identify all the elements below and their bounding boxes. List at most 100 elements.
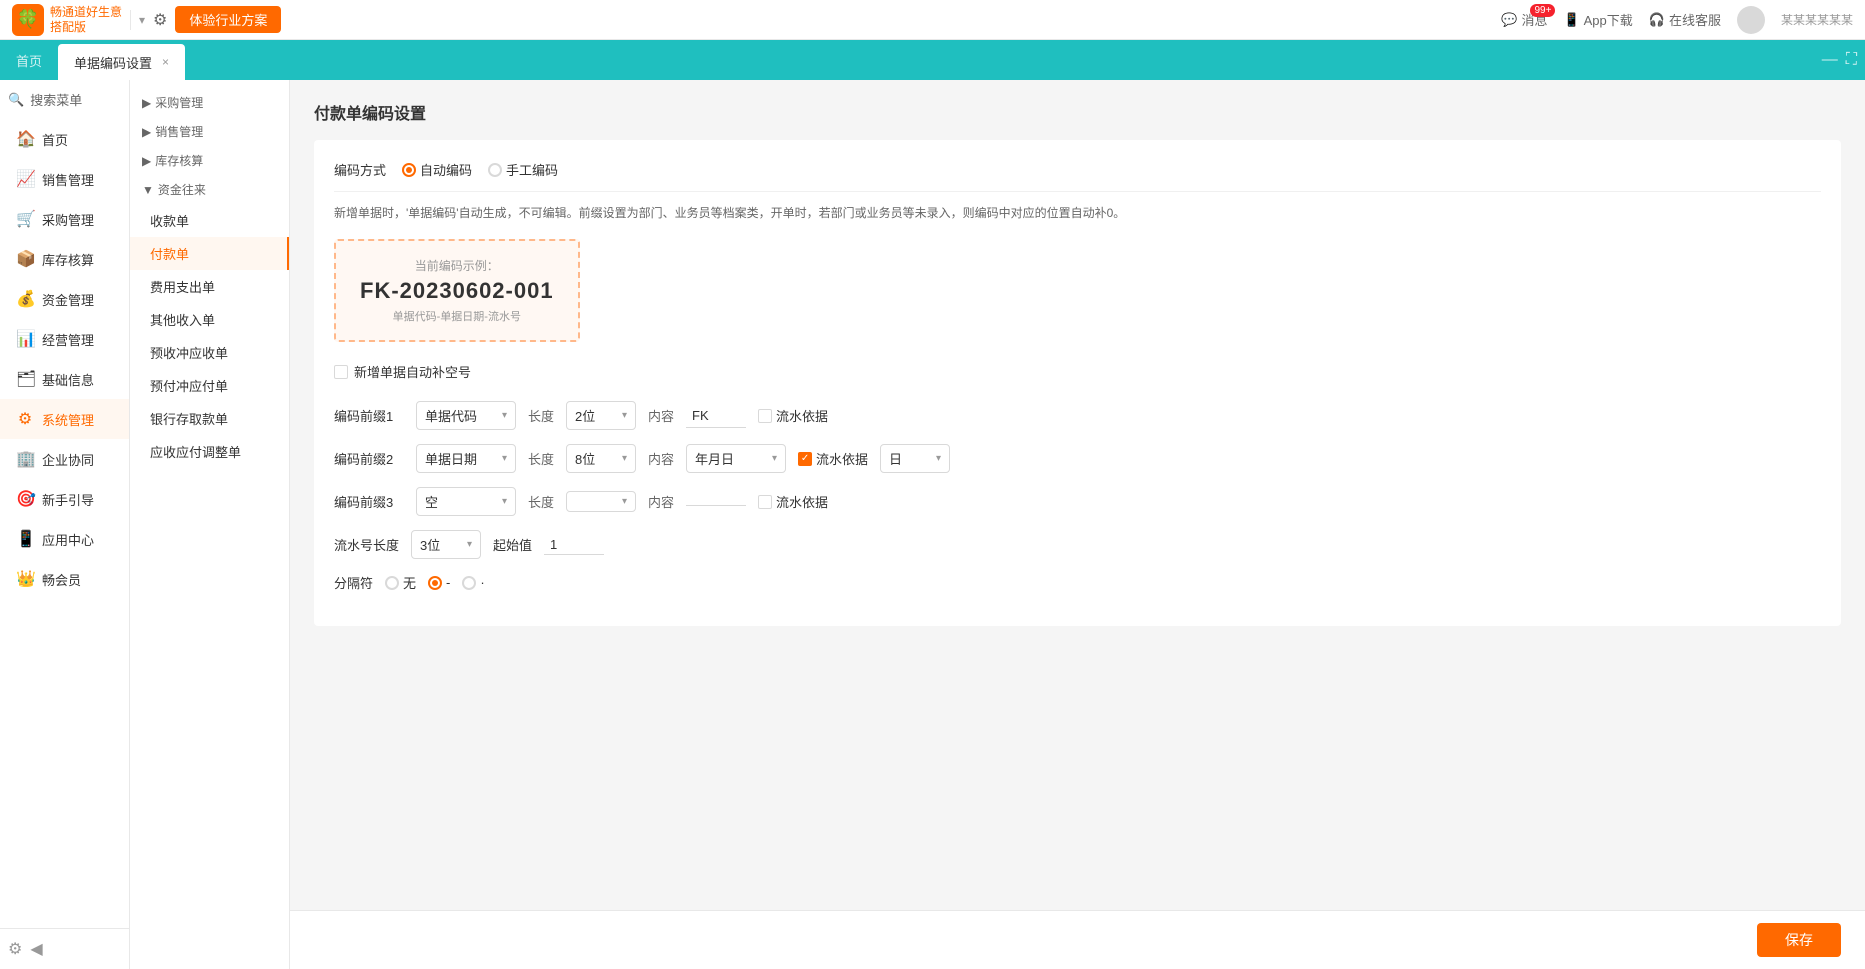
- sidebar-item-sales[interactable]: 📈 销售管理: [0, 159, 129, 199]
- bottom-bar: 保存: [290, 910, 1865, 969]
- purchase-icon: 🛒: [16, 209, 34, 229]
- field2-select[interactable]: 单据日期 ▾: [416, 444, 516, 473]
- field1-serial-checkbox[interactable]: 流水依据: [758, 406, 828, 425]
- app-icon: 📱: [1563, 12, 1579, 28]
- sub-nav-item-payment[interactable]: 付款单: [130, 237, 289, 270]
- field1-length-select[interactable]: 2位 ▾: [566, 401, 636, 430]
- field3-content-value: [686, 497, 746, 506]
- group-label: 采购管理: [155, 94, 203, 111]
- online-service-item[interactable]: 🎧 在线客服: [1649, 10, 1721, 29]
- newguide-icon: 🎯: [16, 489, 34, 509]
- sub-nav-group-purchase: ▶ 采购管理: [130, 88, 289, 117]
- sub-nav-item-receipt[interactable]: 收款单: [130, 204, 289, 237]
- page-layout: ▶ 采购管理 ▶ 销售管理 ▶ 库存核算: [130, 80, 1865, 969]
- field3-length-select[interactable]: ▾: [566, 491, 636, 512]
- sidebar-item-basic[interactable]: 🗂 基础信息: [0, 359, 129, 399]
- field3-length-arrow: ▾: [622, 496, 627, 507]
- sub-nav-group-sales-title[interactable]: ▶ 销售管理: [130, 117, 289, 146]
- window-minimize-icon[interactable]: —: [1822, 51, 1838, 69]
- sub-nav-item-adjustment[interactable]: 应收应付调整单: [130, 435, 289, 468]
- code-preview-label: 当前编码示例：: [360, 257, 554, 274]
- sidebar-nav: 🏠 首页 📈 销售管理 🛒 采购管理 📦 库存核算 💰 资金管理 📊 经: [0, 119, 129, 928]
- appcenter-icon: 📱: [16, 529, 34, 549]
- sub-nav-group-finance-title[interactable]: ▼ 资金往来: [130, 175, 289, 204]
- field2-length-arrow: ▾: [622, 453, 627, 464]
- promo-button[interactable]: 体验行业方案: [175, 6, 281, 33]
- sub-nav-group-inventory-title[interactable]: ▶ 库存核算: [130, 146, 289, 175]
- sidebar-item-enterprise[interactable]: 🏢 企业协同: [0, 439, 129, 479]
- separator-dot2[interactable]: ·: [462, 575, 484, 590]
- field1-length-label: 长度: [528, 406, 554, 425]
- field1-serial-box[interactable]: [758, 409, 772, 423]
- sidebar-item-inventory[interactable]: 📦 库存核算: [0, 239, 129, 279]
- tab-close-icon[interactable]: ×: [162, 55, 169, 69]
- sub-nav-item-expense[interactable]: 费用支出单: [130, 270, 289, 303]
- field3-serial-checkbox[interactable]: 流水依据: [758, 492, 828, 511]
- field1-select-arrow: ▾: [502, 410, 507, 421]
- save-button[interactable]: 保存: [1757, 923, 1841, 957]
- sidebar: 🔍 搜索菜单 🏠 首页 📈 销售管理 🛒 采购管理 📦 库存核算 💰: [0, 80, 130, 969]
- sep-dot-radio[interactable]: [428, 576, 442, 590]
- sidebar-item-label: 库存核算: [42, 250, 94, 269]
- workspace-dropdown[interactable]: ▾: [139, 13, 145, 27]
- auto-fill-checkbox[interactable]: [334, 365, 348, 379]
- encoding-radio-group: 自动编码 手工编码: [402, 160, 558, 179]
- sep-dot2-radio[interactable]: [462, 576, 476, 590]
- sub-nav-item-pre-payment[interactable]: 预付冲应付单: [130, 369, 289, 402]
- sidebar-item-appcenter[interactable]: 📱 应用中心: [0, 519, 129, 559]
- manual-code-option[interactable]: 手工编码: [488, 160, 558, 179]
- topbar-left: 🍀 畅通道好生意 搭配版 ▾ ⚙ 体验行业方案: [12, 4, 281, 36]
- app-download-item[interactable]: 📱 App下载: [1563, 10, 1632, 29]
- field1-select[interactable]: 单据代码 ▾: [416, 401, 516, 430]
- separator-dot[interactable]: -: [428, 575, 450, 590]
- sep-dot-label: -: [446, 575, 450, 590]
- sep-none-radio[interactable]: [385, 576, 399, 590]
- field2-length-label: 长度: [528, 449, 554, 468]
- sidebar-item-home[interactable]: 🏠 首页: [0, 119, 129, 159]
- field2-length-select[interactable]: 8位 ▾: [566, 444, 636, 473]
- field3-serial-box[interactable]: [758, 495, 772, 509]
- serial-length-select[interactable]: 3位 ▾: [411, 530, 481, 559]
- auto-code-radio[interactable]: [402, 163, 416, 177]
- field2-serial-box[interactable]: ✓: [798, 452, 812, 466]
- sidebar-collapse-button[interactable]: ◀: [30, 939, 42, 959]
- sidebar-item-system[interactable]: ⚙ 系统管理: [0, 399, 129, 439]
- group-label: 资金往来: [158, 181, 206, 198]
- field3-select[interactable]: 空 ▾: [416, 487, 516, 516]
- sub-nav-item-pre-receipt[interactable]: 预收冲应收单: [130, 336, 289, 369]
- avatar[interactable]: [1737, 6, 1765, 34]
- sidebar-item-member[interactable]: 👑 畅会员: [0, 559, 129, 599]
- field2-content-select[interactable]: 年月日 ▾: [686, 444, 786, 473]
- tab-home[interactable]: 首页: [0, 40, 58, 80]
- topbar: 🍀 畅通道好生意 搭配版 ▾ ⚙ 体验行业方案 💬 消息 99+ 📱 App下载…: [0, 0, 1865, 40]
- separator-none[interactable]: 无: [385, 573, 416, 592]
- auto-code-option[interactable]: 自动编码: [402, 160, 472, 179]
- sidebar-item-label: 畅会员: [42, 570, 81, 589]
- field2-serial-select[interactable]: 日 ▾: [880, 444, 950, 473]
- sub-nav-item-bank[interactable]: 银行存取款单: [130, 402, 289, 435]
- field2-content-arrow: ▾: [772, 453, 777, 464]
- sub-nav-item-other-income[interactable]: 其他收入单: [130, 303, 289, 336]
- field2-serial-checkbox[interactable]: ✓ 流水依据: [798, 449, 868, 468]
- sidebar-item-newguide[interactable]: 🎯 新手引导: [0, 479, 129, 519]
- field3-serial-label: 流水依据: [776, 492, 828, 511]
- settings-icon[interactable]: ⚙: [153, 10, 167, 30]
- sidebar-item-label: 首页: [42, 130, 68, 149]
- message-item[interactable]: 💬 消息 99+: [1501, 10, 1547, 29]
- serial-length-arrow: ▾: [467, 539, 472, 550]
- window-maximize-icon[interactable]: ⛶: [1846, 51, 1857, 69]
- sidebar-search[interactable]: 🔍 搜索菜单: [0, 80, 129, 119]
- expand-icon: ▶: [142, 96, 151, 110]
- sidebar-item-purchase[interactable]: 🛒 采购管理: [0, 199, 129, 239]
- sidebar-settings-button[interactable]: ⚙: [8, 939, 22, 959]
- sub-nav-group-purchase-title[interactable]: ▶ 采购管理: [130, 88, 289, 117]
- field1-label: 编码前缀1: [334, 406, 404, 425]
- sidebar-item-operations[interactable]: 📊 经营管理: [0, 319, 129, 359]
- manual-code-radio[interactable]: [488, 163, 502, 177]
- topbar-right: 💬 消息 99+ 📱 App下载 🎧 在线客服 某某某某某某: [1501, 6, 1853, 34]
- field1-serial-label: 流水依据: [776, 406, 828, 425]
- sidebar-item-finance[interactable]: 💰 资金管理: [0, 279, 129, 319]
- group-label: 库存核算: [155, 152, 203, 169]
- tab-encoding[interactable]: 单据编码设置 ×: [58, 44, 185, 80]
- app-download-label: App下载: [1584, 10, 1633, 29]
